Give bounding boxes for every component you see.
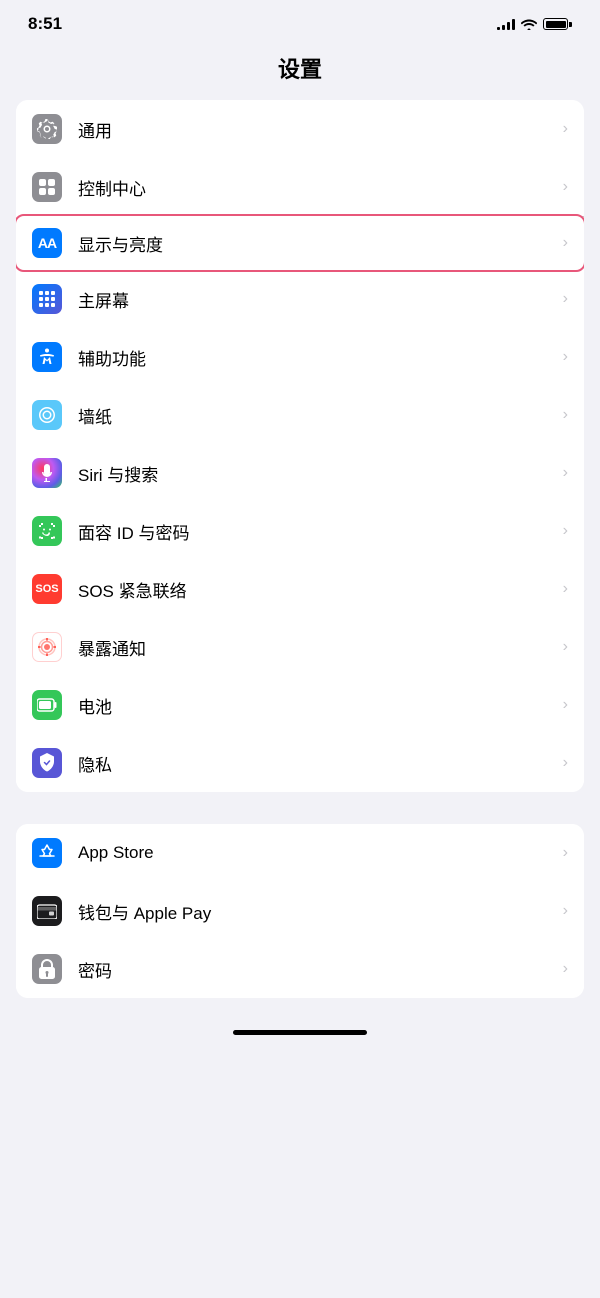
battery-chevron: › (563, 696, 568, 714)
passwords-icon (32, 954, 62, 984)
sos-chevron: › (563, 580, 568, 598)
settings-item-app-store[interactable]: App Store › (16, 824, 584, 882)
exposure-chevron: › (563, 638, 568, 656)
wifi-icon (521, 18, 537, 30)
settings-item-privacy[interactable]: 隐私 › (16, 734, 584, 792)
home-screen-icon (32, 284, 62, 314)
status-icons (497, 18, 572, 30)
privacy-label: 隐私 (78, 751, 563, 776)
passwords-chevron: › (563, 960, 568, 978)
status-bar: 8:51 (0, 0, 600, 42)
sos-label: SOS 紧急联络 (78, 577, 563, 602)
settings-item-sos[interactable]: SOS SOS 紧急联络 › (16, 560, 584, 618)
battery-settings-icon (32, 690, 62, 720)
control-center-label: 控制中心 (78, 175, 563, 200)
home-screen-chevron: › (563, 290, 568, 308)
battery-icon (543, 18, 572, 30)
display-chevron: › (563, 234, 568, 252)
signal-icon (497, 18, 515, 30)
general-icon (32, 114, 62, 144)
status-time: 8:51 (28, 14, 62, 34)
siri-icon (32, 458, 62, 488)
page-title: 设置 (0, 42, 600, 100)
wallpaper-chevron: › (563, 406, 568, 424)
settings-item-passwords[interactable]: 密码 › (16, 940, 584, 998)
general-label: 通用 (78, 117, 563, 142)
settings-item-wallpaper[interactable]: 墙纸 › (16, 386, 584, 444)
settings-item-control-center[interactable]: 控制中心 › (16, 158, 584, 216)
display-label: 显示与亮度 (78, 231, 563, 256)
passwords-label: 密码 (78, 957, 563, 982)
siri-chevron: › (563, 464, 568, 482)
settings-item-accessibility[interactable]: 辅助功能 › (16, 328, 584, 386)
exposure-icon (32, 632, 62, 662)
exposure-label: 暴露通知 (78, 635, 563, 660)
settings-group-1: 通用 › 控制中心 › AA 显示与亮度 › (16, 100, 584, 792)
control-center-icon (32, 172, 62, 202)
accessibility-chevron: › (563, 348, 568, 366)
settings-item-home-screen[interactable]: 主屏幕 › (16, 270, 584, 328)
battery-label: 电池 (78, 693, 563, 718)
app-store-label: App Store (78, 843, 563, 863)
home-screen-label: 主屏幕 (78, 287, 563, 312)
accessibility-label: 辅助功能 (78, 345, 563, 370)
settings-group-2: App Store › 钱包与 Apple Pay › 密码 › (16, 824, 584, 998)
settings-item-wallet[interactable]: 钱包与 Apple Pay › (16, 882, 584, 940)
settings-item-exposure[interactable]: 暴露通知 › (16, 618, 584, 676)
face-id-icon (32, 516, 62, 546)
settings-item-siri[interactable]: Siri 与搜索 › (16, 444, 584, 502)
wallet-chevron: › (563, 902, 568, 920)
siri-label: Siri 与搜索 (78, 461, 563, 486)
wallpaper-icon (32, 400, 62, 430)
face-id-chevron: › (563, 522, 568, 540)
settings-item-general[interactable]: 通用 › (16, 100, 584, 158)
face-id-label: 面容 ID 与密码 (78, 519, 563, 544)
general-chevron: › (563, 120, 568, 138)
settings-item-display[interactable]: AA 显示与亮度 › (16, 214, 584, 272)
sos-icon: SOS (32, 574, 62, 604)
wallet-label: 钱包与 Apple Pay (78, 899, 563, 924)
settings-item-battery[interactable]: 电池 › (16, 676, 584, 734)
settings-item-face-id[interactable]: 面容 ID 与密码 › (16, 502, 584, 560)
control-center-chevron: › (563, 178, 568, 196)
privacy-chevron: › (563, 754, 568, 772)
display-icon: AA (32, 228, 62, 258)
wallpaper-label: 墙纸 (78, 403, 563, 428)
privacy-icon (32, 748, 62, 778)
app-store-icon (32, 838, 62, 868)
home-indicator (233, 1030, 367, 1035)
wallet-icon (32, 896, 62, 926)
accessibility-icon (32, 342, 62, 372)
app-store-chevron: › (563, 844, 568, 862)
